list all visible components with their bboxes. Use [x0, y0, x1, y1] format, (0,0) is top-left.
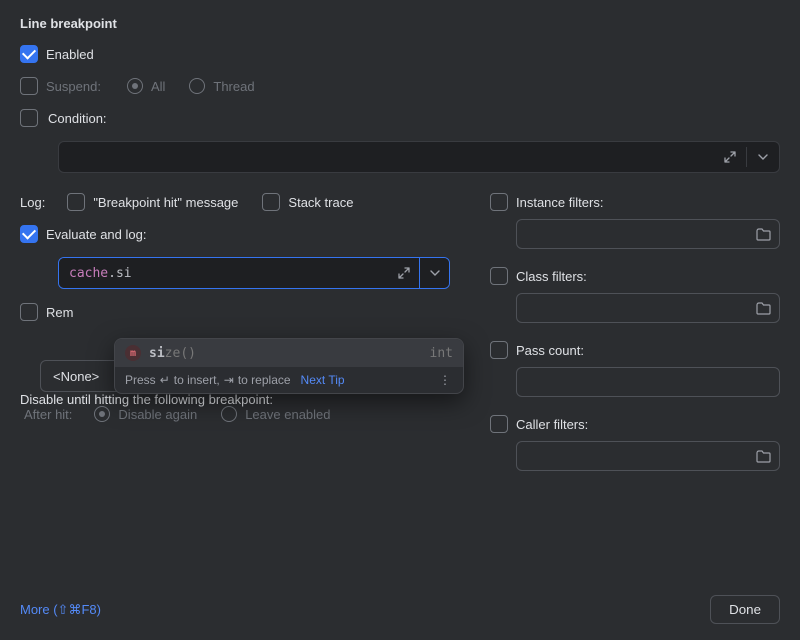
completion-popup: m size() int Press ↵ to insert, ⇥ to rep… [114, 338, 464, 394]
after-hit-row: After hit: Disable again Leave enabled [24, 406, 450, 422]
class-filters-label: Class filters: [516, 269, 587, 284]
leave-enabled-radio[interactable] [221, 406, 237, 422]
folder-icon [756, 302, 771, 315]
log-label: Log: [20, 195, 45, 210]
instance-filters-input[interactable] [516, 219, 780, 249]
class-filters-row: Class filters: [490, 267, 780, 285]
expr-dot: . [108, 266, 116, 281]
expand-icon[interactable] [389, 258, 419, 288]
log-hit-checkbox[interactable] [67, 193, 85, 211]
suspend-all-label: All [151, 79, 165, 94]
suspend-thread-radio[interactable] [189, 78, 205, 94]
completion-return-type: int [430, 346, 453, 361]
dialog-title: Line breakpoint [20, 16, 780, 31]
remove-row: Rem [20, 303, 450, 321]
class-filters-checkbox[interactable] [490, 267, 508, 285]
completion-item[interactable]: m size() int [115, 339, 463, 367]
log-hit-label: "Breakpoint hit" message [93, 195, 238, 210]
suspend-row: Suspend: All Thread [20, 77, 780, 95]
condition-checkbox[interactable] [20, 109, 38, 127]
caller-filters-checkbox[interactable] [490, 415, 508, 433]
expand-icon[interactable] [714, 142, 746, 172]
enabled-row: Enabled [20, 45, 780, 63]
remove-checkbox[interactable] [20, 303, 38, 321]
leave-enabled-label: Leave enabled [245, 407, 330, 422]
remove-label: Rem [46, 305, 73, 320]
caller-filters-row: Caller filters: [490, 415, 780, 433]
log-row: Log: "Breakpoint hit" message Stack trac… [20, 193, 450, 211]
suspend-all-radio[interactable] [127, 78, 143, 94]
folder-icon [756, 450, 771, 463]
stack-trace-label: Stack trace [288, 195, 353, 210]
disable-until-label-visible: Disable until hitting the following brea… [20, 392, 273, 407]
chevron-down-icon[interactable] [747, 142, 779, 172]
suspend-thread-label: Thread [213, 79, 254, 94]
condition-row: Condition: [20, 109, 780, 127]
expr-call: si [116, 266, 132, 281]
next-tip-link[interactable]: Next Tip [301, 373, 345, 387]
method-badge-icon: m [125, 345, 141, 361]
completion-method: size() [149, 346, 196, 361]
caller-filters-input[interactable] [516, 441, 780, 471]
pass-count-row: Pass count: [490, 341, 780, 359]
instance-filters-checkbox[interactable] [490, 193, 508, 211]
condition-input[interactable] [58, 141, 780, 173]
enabled-checkbox[interactable] [20, 45, 38, 63]
stack-trace-checkbox[interactable] [262, 193, 280, 211]
more-link[interactable]: More (⇧⌘F8) [20, 602, 101, 618]
completion-hint: Press ↵ to insert, ⇥ to replace Next Tip… [115, 367, 463, 393]
caller-filters-label: Caller filters: [516, 417, 588, 432]
folder-icon [756, 228, 771, 241]
condition-label: Condition: [46, 111, 107, 126]
expr-ident: cache [69, 266, 108, 281]
class-filters-input[interactable] [516, 293, 780, 323]
evaluate-input[interactable]: cache.si [58, 257, 450, 289]
enabled-label: Enabled [46, 47, 94, 62]
disable-again-label: Disable again [118, 407, 197, 422]
after-hit-label: After hit: [24, 407, 72, 422]
suspend-checkbox[interactable] [20, 77, 38, 95]
done-button[interactable]: Done [710, 595, 780, 624]
pass-count-input[interactable] [516, 367, 780, 397]
evaluate-row: Evaluate and log: [20, 225, 450, 243]
instance-filters-label: Instance filters: [516, 195, 603, 210]
disable-until-value: <None> [53, 369, 99, 384]
instance-filters-row: Instance filters: [490, 193, 780, 211]
pass-count-checkbox[interactable] [490, 341, 508, 359]
more-menu-icon[interactable]: ⋮ [437, 373, 453, 387]
evaluate-label: Evaluate and log: [46, 227, 146, 242]
disable-again-radio[interactable] [94, 406, 110, 422]
pass-count-label: Pass count: [516, 343, 584, 358]
suspend-label: Suspend: [46, 79, 101, 94]
chevron-down-icon[interactable] [419, 258, 449, 288]
evaluate-checkbox[interactable] [20, 225, 38, 243]
